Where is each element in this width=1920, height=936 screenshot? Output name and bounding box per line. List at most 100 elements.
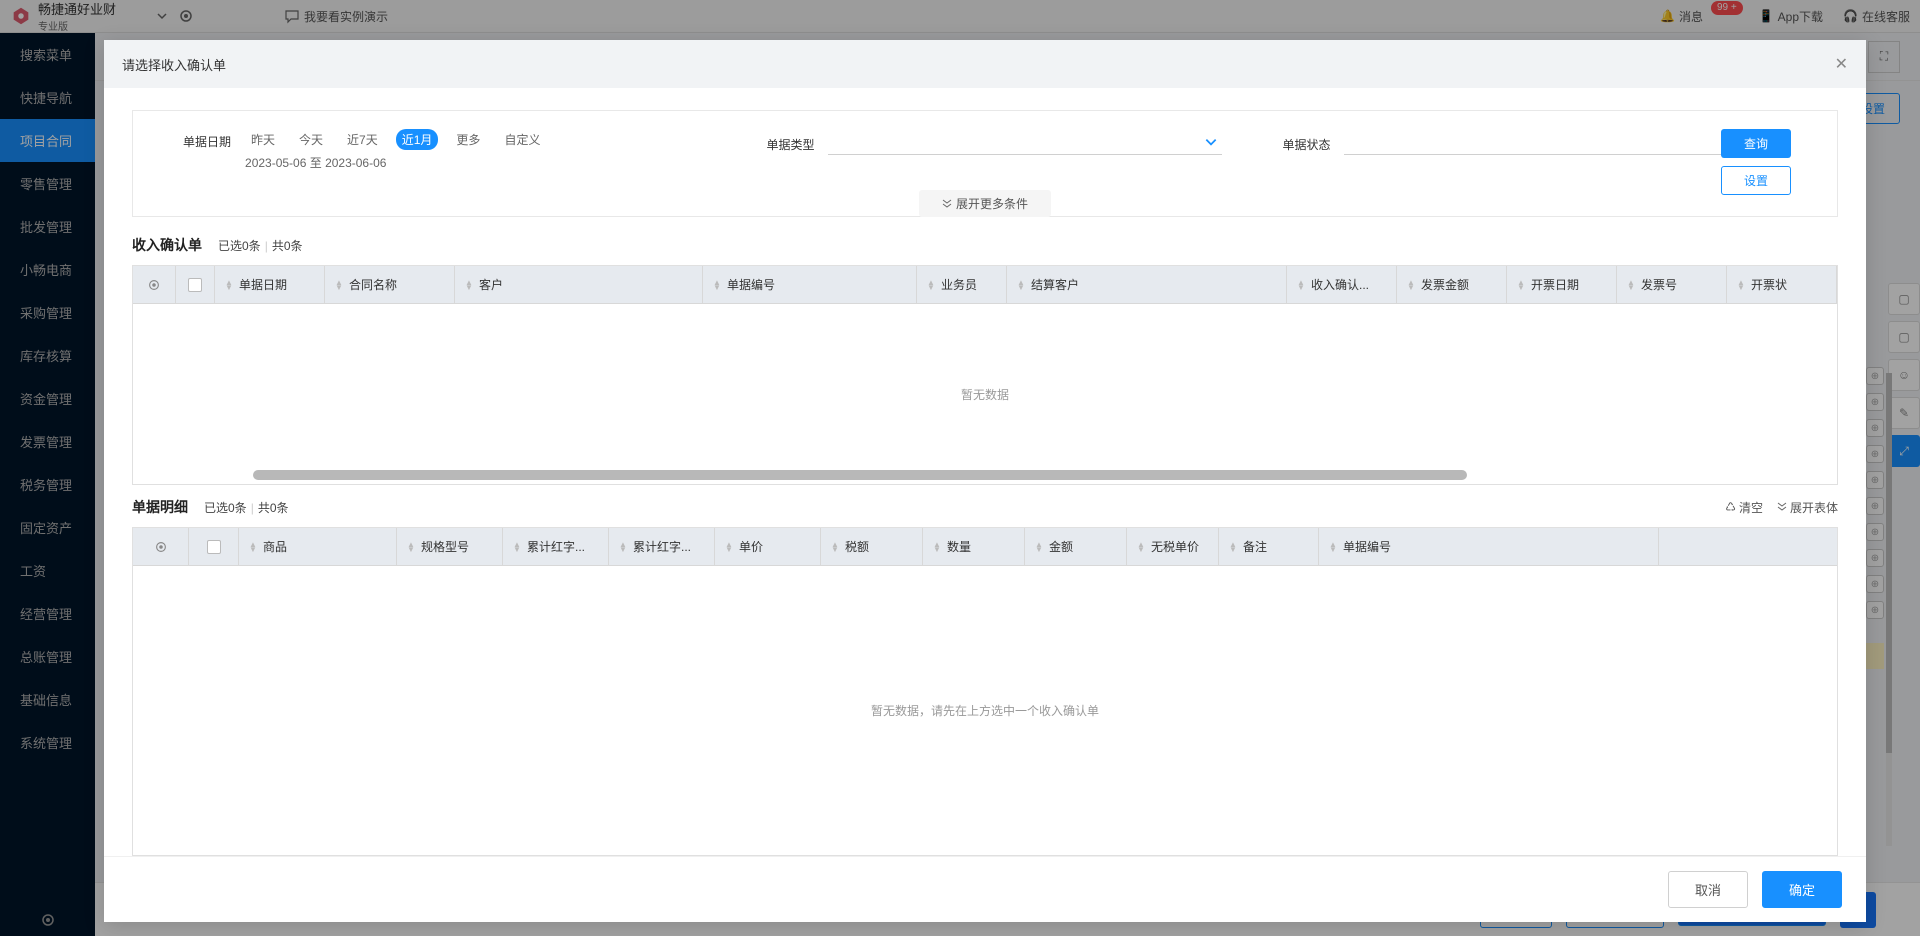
sort-icon xyxy=(1627,280,1635,290)
type-filter: 单据类型 xyxy=(766,129,1222,155)
table1-cols-col-4[interactable]: 业务员 xyxy=(917,266,1007,303)
modal-close-icon[interactable]: ✕ xyxy=(1835,54,1848,74)
modal-title: 请选择收入确认单 xyxy=(122,55,226,74)
table1-gear-icon[interactable] xyxy=(133,266,176,303)
filter-actions: 查询 设置 xyxy=(1721,129,1791,195)
date-option-5[interactable]: 自定义 xyxy=(498,129,546,150)
table1-header: 单据日期合同名称客户单据编号业务员结算客户收入确认...发票金额开票日期发票号开… xyxy=(133,266,1837,304)
table1-cols-col-1[interactable]: 合同名称 xyxy=(325,266,455,303)
table2: 商品规格型号累计红字...累计红字...单价税额数量金额无税单价备注单据编号 暂… xyxy=(132,527,1838,856)
date-option-4[interactable]: 更多 xyxy=(450,129,486,150)
date-filter-label: 单据日期 xyxy=(183,129,231,150)
table1-hscroll[interactable] xyxy=(253,470,1467,480)
sort-icon xyxy=(927,280,935,290)
table2-cols-col-6[interactable]: 数量 xyxy=(923,528,1025,565)
sort-icon xyxy=(1517,280,1525,290)
table1-cols-col-2[interactable]: 客户 xyxy=(455,266,703,303)
clear-button[interactable]: ♺ 清空 xyxy=(1725,499,1763,516)
table2-cols-col-2[interactable]: 累计红字... xyxy=(503,528,609,565)
date-range-text: 2023-05-06 至 2023-06-06 xyxy=(245,154,546,171)
table2-cols-col-4[interactable]: 单价 xyxy=(715,528,821,565)
sort-icon xyxy=(1137,542,1145,552)
table1-cols-col-9[interactable]: 发票号 xyxy=(1617,266,1727,303)
date-filter-group: 单据日期 昨天今天近7天近1月更多自定义 2023-05-06 至 2023-0… xyxy=(183,129,546,171)
section2-selection-info: 已选0条|共0条 xyxy=(204,499,289,516)
table2-cols-col-5[interactable]: 税额 xyxy=(821,528,923,565)
sort-icon xyxy=(513,542,521,552)
section2-actions: ♺ 清空 展开表体 xyxy=(1725,499,1838,516)
chevron-down-icon xyxy=(1204,135,1218,149)
table1-cols-col-8[interactable]: 开票日期 xyxy=(1507,266,1617,303)
table2-checkall[interactable] xyxy=(189,528,239,565)
sort-icon xyxy=(1229,542,1237,552)
table2-cols-col-1[interactable]: 规格型号 xyxy=(397,528,503,565)
sort-icon xyxy=(831,542,839,552)
sort-icon xyxy=(1035,542,1043,552)
date-option-2[interactable]: 近7天 xyxy=(341,129,384,150)
modal: 请选择收入确认单 ✕ 单据日期 昨天今天近7天近1月更多自定义 2023-05-… xyxy=(104,40,1866,922)
sort-icon xyxy=(933,542,941,552)
table1-checkall[interactable] xyxy=(176,266,215,303)
table2-cols-col-10[interactable]: 单据编号 xyxy=(1319,528,1659,565)
table1-cols-col-6[interactable]: 收入确认... xyxy=(1287,266,1397,303)
table1-cols-col-10[interactable]: 开票状 xyxy=(1727,266,1837,303)
table2-empty-text: 暂无数据，请先在上方选中一个收入确认单 xyxy=(871,702,1099,719)
sort-icon xyxy=(407,542,415,552)
sort-icon xyxy=(713,280,721,290)
sort-icon xyxy=(225,280,233,290)
modal-body: 单据日期 昨天今天近7天近1月更多自定义 2023-05-06 至 2023-0… xyxy=(104,88,1866,856)
table2-cols-col-8[interactable]: 无税单价 xyxy=(1127,528,1219,565)
table1: 单据日期合同名称客户单据编号业务员结算客户收入确认...发票金额开票日期发票号开… xyxy=(132,265,1838,485)
double-chevron-down-icon xyxy=(1777,502,1787,512)
modal-footer: 取消 确定 xyxy=(104,856,1866,922)
table2-cols-col-0[interactable]: 商品 xyxy=(239,528,397,565)
modal-cancel-button[interactable]: 取消 xyxy=(1668,871,1748,908)
filter-settings-button[interactable]: 设置 xyxy=(1721,166,1791,195)
table1-cols-col-7[interactable]: 发票金额 xyxy=(1397,266,1507,303)
table1-cols-col-5[interactable]: 结算客户 xyxy=(1007,266,1287,303)
modal-header: 请选择收入确认单 ✕ xyxy=(104,40,1866,88)
sort-icon xyxy=(1297,280,1305,290)
double-chevron-down-icon xyxy=(942,199,952,209)
table1-body: 暂无数据 xyxy=(133,304,1837,484)
section2-header: 单据明细 已选0条|共0条 ♺ 清空 展开表体 xyxy=(132,497,1838,517)
section1-header: 收入确认单 已选0条|共0条 xyxy=(132,235,1838,255)
sort-icon xyxy=(1407,280,1415,290)
sort-icon xyxy=(1329,542,1337,552)
table1-cols-col-3[interactable]: 单据编号 xyxy=(703,266,917,303)
query-button[interactable]: 查询 xyxy=(1721,129,1791,158)
sort-icon xyxy=(725,542,733,552)
expand-more-button[interactable]: 展开更多条件 xyxy=(919,190,1051,217)
date-options: 昨天今天近7天近1月更多自定义 2023-05-06 至 2023-06-06 xyxy=(245,129,546,171)
section1-title: 收入确认单 xyxy=(132,235,202,255)
status-filter-label: 单据状态 xyxy=(1282,132,1330,153)
date-option-1[interactable]: 今天 xyxy=(293,129,329,150)
status-filter: 单据状态 xyxy=(1282,129,1738,155)
sort-icon xyxy=(335,280,343,290)
sort-icon xyxy=(465,280,473,290)
table2-gear-icon[interactable] xyxy=(133,528,189,565)
filter-row: 单据日期 昨天今天近7天近1月更多自定义 2023-05-06 至 2023-0… xyxy=(183,129,1787,171)
section2-title: 单据明细 xyxy=(132,497,188,517)
clear-icon: ♺ xyxy=(1725,500,1736,514)
sort-icon xyxy=(619,542,627,552)
table2-cols-col-9[interactable]: 备注 xyxy=(1219,528,1319,565)
sort-icon xyxy=(1737,280,1745,290)
table2-cols-col-7[interactable]: 金额 xyxy=(1025,528,1127,565)
table1-cols-col-0[interactable]: 单据日期 xyxy=(215,266,325,303)
section1-selection-info: 已选0条|共0条 xyxy=(218,237,303,254)
table1-empty-text: 暂无数据 xyxy=(961,386,1009,403)
table2-header: 商品规格型号累计红字...累计红字...单价税额数量金额无税单价备注单据编号 xyxy=(133,528,1837,566)
filter-panel: 单据日期 昨天今天近7天近1月更多自定义 2023-05-06 至 2023-0… xyxy=(132,110,1838,217)
expand-body-button[interactable]: 展开表体 xyxy=(1777,499,1838,516)
sort-icon xyxy=(249,542,257,552)
modal-confirm-button[interactable]: 确定 xyxy=(1762,871,1842,908)
sort-icon xyxy=(1017,280,1025,290)
status-select[interactable] xyxy=(1344,129,1738,155)
type-filter-label: 单据类型 xyxy=(766,132,814,153)
date-option-3[interactable]: 近1月 xyxy=(396,129,439,150)
table2-body: 暂无数据，请先在上方选中一个收入确认单 xyxy=(133,566,1837,855)
type-select[interactable] xyxy=(828,129,1222,155)
date-option-0[interactable]: 昨天 xyxy=(245,129,281,150)
table2-cols-col-3[interactable]: 累计红字... xyxy=(609,528,715,565)
